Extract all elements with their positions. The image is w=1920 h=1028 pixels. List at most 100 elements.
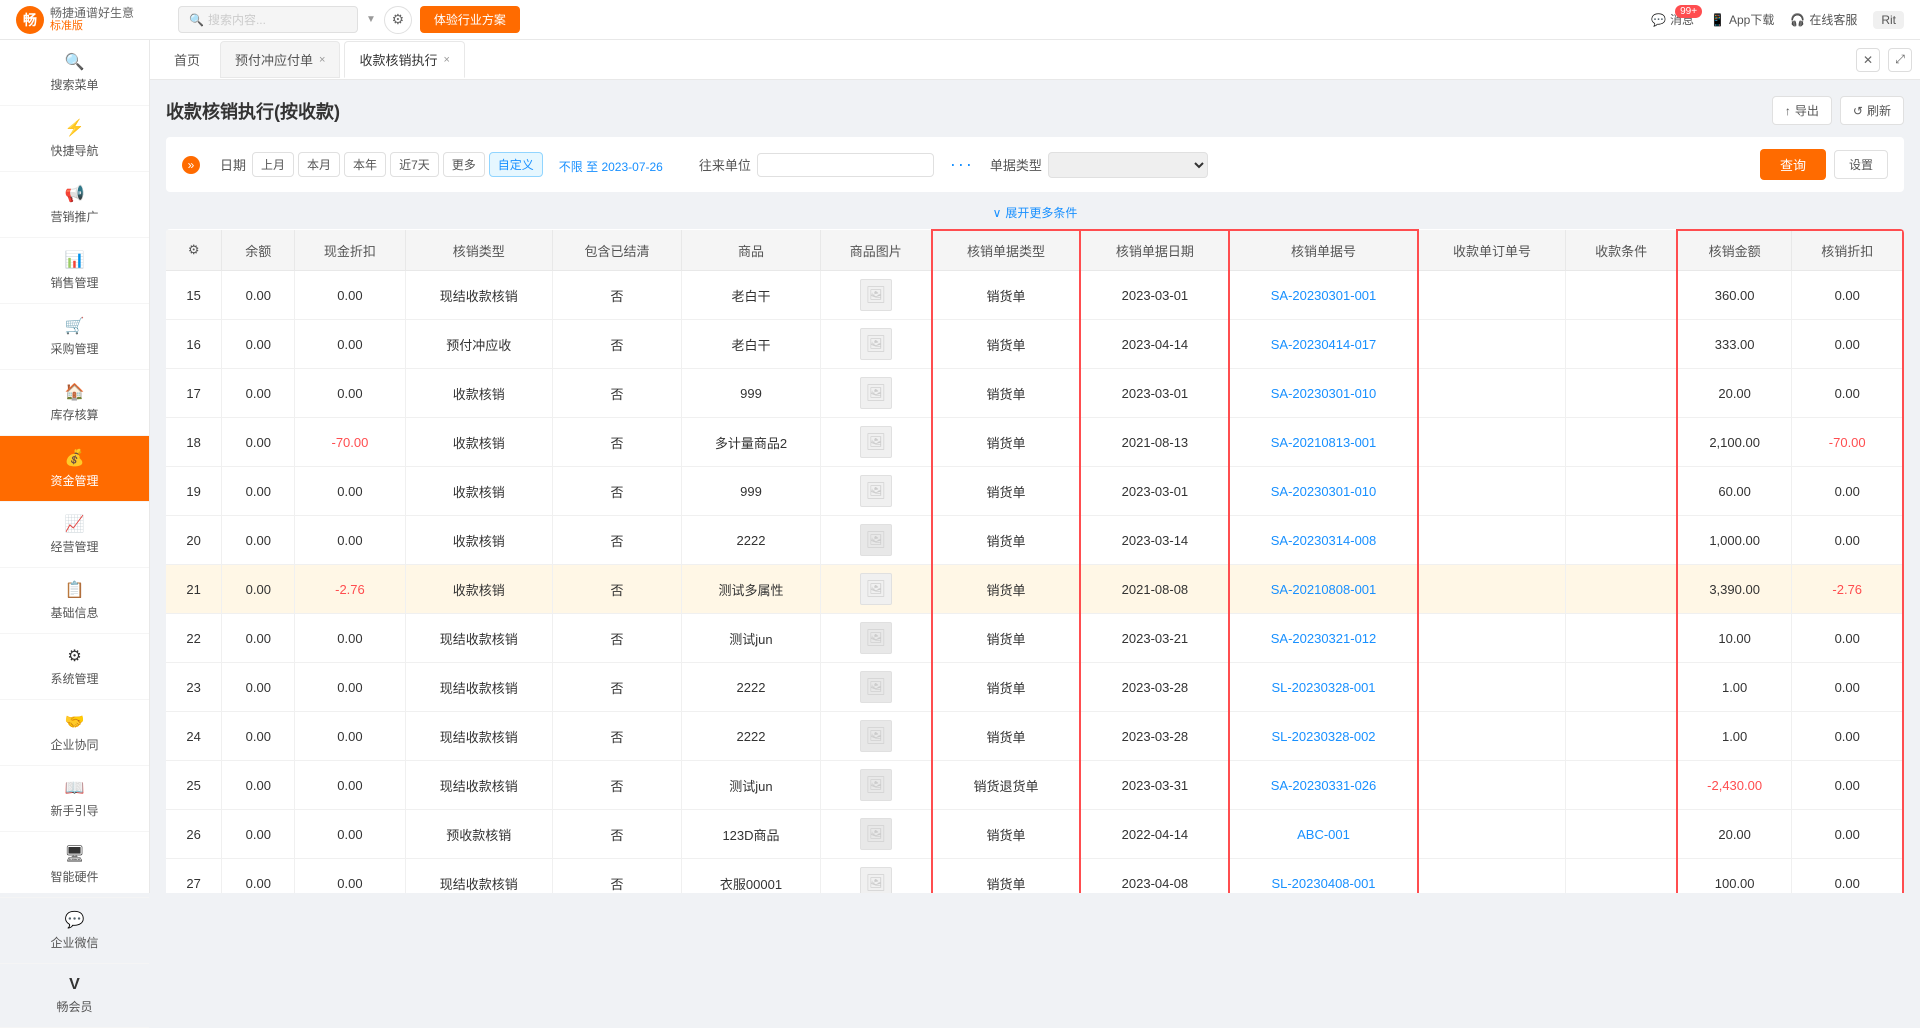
custom-date-btn[interactable]: 自定义	[489, 152, 543, 177]
table-row: 24 0.00 0.00 现结收款核销 否 2222 🖼 销货单 2023-03…	[166, 712, 1903, 761]
search-box[interactable]: 🔍 搜索内容...	[178, 6, 358, 33]
online-service-button[interactable]: 🎧 在线客服	[1790, 11, 1857, 28]
tab-prepay-close[interactable]: ×	[319, 54, 325, 66]
cell-doc-no[interactable]: SL-20230408-001	[1229, 859, 1417, 894]
cell-product-img[interactable]: 🖼	[821, 663, 932, 712]
sidebar-item-quick-nav[interactable]: ⚡ 快捷导航	[0, 106, 149, 172]
partner-input[interactable]	[757, 153, 934, 177]
cell-included: 否	[553, 810, 682, 859]
cell-doc-no[interactable]: SA-20210808-001	[1229, 565, 1417, 614]
dropdown-arrow[interactable]: ▼	[366, 14, 376, 25]
last-month-btn[interactable]: 上月	[252, 152, 294, 177]
sidebar-item-wechat[interactable]: 💬 企业微信	[0, 898, 149, 964]
cell-doc-type: 销货单	[932, 516, 1081, 565]
cell-product-img[interactable]: 🖼	[821, 418, 932, 467]
doc-no-link[interactable]: SL-20230328-001	[1271, 680, 1375, 695]
last-7-days-btn[interactable]: 近7天	[390, 152, 439, 177]
sidebar-item-inventory[interactable]: 🏠 库存核算	[0, 370, 149, 436]
query-button[interactable]: 查询	[1760, 149, 1826, 180]
cell-product-img[interactable]: 🖼	[821, 320, 932, 369]
tab-home[interactable]: 首页	[158, 42, 216, 77]
sidebar-item-enterprise[interactable]: 🤝 企业协同	[0, 700, 149, 766]
cell-doc-date: 2023-03-01	[1080, 271, 1229, 320]
sidebar-item-operations[interactable]: 📈 经营管理	[0, 502, 149, 568]
export-button[interactable]: ↑ 导出	[1772, 96, 1832, 125]
doc-no-link[interactable]: SA-20230301-001	[1271, 288, 1377, 303]
doc-no-link[interactable]: SA-20230314-008	[1271, 533, 1377, 548]
cell-discount: 0.00	[1792, 320, 1903, 369]
sidebar-item-sales[interactable]: 📊 销售管理	[0, 238, 149, 304]
cell-pay-terms	[1566, 614, 1677, 663]
cell-included: 否	[553, 418, 682, 467]
cell-doc-no[interactable]: SA-20230301-010	[1229, 467, 1417, 516]
sidebar-item-member[interactable]: V 畅会员	[0, 964, 149, 1028]
cell-discount: 0.00	[1792, 761, 1903, 810]
this-year-btn[interactable]: 本年	[344, 152, 386, 177]
refresh-button[interactable]: ↺ 刷新	[1840, 96, 1904, 125]
user-avatar[interactable]: Rit	[1873, 11, 1904, 29]
cell-product-img[interactable]: 🖼	[821, 369, 932, 418]
doc-no-link[interactable]: SA-20230301-010	[1271, 386, 1377, 401]
app-download-button[interactable]: 📱 App下载	[1710, 11, 1774, 28]
doc-no-link[interactable]: SA-20230301-010	[1271, 484, 1377, 499]
voucher-type-select[interactable]	[1048, 152, 1208, 178]
settings-button[interactable]: ⚙	[384, 6, 412, 34]
top-right-actions: 💬 消息 99+ 📱 App下载 🎧 在线客服 Rit	[1651, 11, 1904, 29]
sidebar-item-finance[interactable]: 💰 资金管理	[0, 436, 149, 502]
cell-product-img[interactable]: 🖼	[821, 516, 932, 565]
cell-doc-no[interactable]: SA-20230301-001	[1229, 271, 1417, 320]
setting-button[interactable]: 设置	[1834, 150, 1888, 179]
cell-doc-no[interactable]: SA-20230301-010	[1229, 369, 1417, 418]
doc-no-link[interactable]: SL-20230408-001	[1271, 876, 1375, 891]
cell-doc-date: 2023-03-28	[1080, 712, 1229, 761]
expand-more-btn[interactable]: ∨ 展开更多条件	[993, 204, 1078, 221]
tab-verify-close[interactable]: ×	[443, 54, 449, 66]
cell-doc-no[interactable]: SA-20230321-012	[1229, 614, 1417, 663]
cell-product-img[interactable]: 🖼	[821, 712, 932, 761]
th-settings[interactable]: ⚙	[166, 230, 222, 271]
cell-doc-no[interactable]: SA-20230414-017	[1229, 320, 1417, 369]
cell-doc-no[interactable]: SL-20230328-002	[1229, 712, 1417, 761]
cell-doc-no[interactable]: SL-20230328-001	[1229, 663, 1417, 712]
cell-verify-type: 收款核销	[405, 467, 552, 516]
sidebar-item-purchase[interactable]: 🛒 采购管理	[0, 304, 149, 370]
doc-no-link[interactable]: SA-20210808-001	[1271, 582, 1377, 597]
cell-doc-no[interactable]: SA-20230314-008	[1229, 516, 1417, 565]
sidebar-item-guide[interactable]: 📖 新手引导	[0, 766, 149, 832]
cell-product-img[interactable]: 🖼	[821, 467, 932, 516]
cell-product-img[interactable]: 🖼	[821, 810, 932, 859]
table-row: 27 0.00 0.00 现结收款核销 否 衣服00001 🖼 销货单 2023…	[166, 859, 1903, 894]
expand-toggle[interactable]: »	[182, 156, 200, 174]
cell-doc-no[interactable]: SA-20230331-026	[1229, 761, 1417, 810]
doc-no-link[interactable]: SL-20230328-002	[1271, 729, 1375, 744]
sidebar-item-basic-info[interactable]: 📋 基础信息	[0, 568, 149, 634]
message-button[interactable]: 💬 消息 99+	[1651, 11, 1694, 28]
trial-button[interactable]: 体验行业方案	[420, 6, 520, 33]
doc-no-link[interactable]: SA-20230321-012	[1271, 631, 1377, 646]
doc-no-link[interactable]: ABC-001	[1297, 827, 1350, 842]
sidebar-item-hardware[interactable]: 🖥 智能硬件	[0, 832, 149, 898]
cell-product-img[interactable]: 🖼	[821, 565, 932, 614]
doc-no-link[interactable]: SA-20210813-001	[1271, 435, 1377, 450]
sidebar-item-marketing[interactable]: 📢 营销推广	[0, 172, 149, 238]
doc-no-link[interactable]: SA-20230331-026	[1271, 778, 1377, 793]
tab-prepay[interactable]: 预付冲应付单 ×	[220, 41, 340, 78]
cell-product-img[interactable]: 🖼	[821, 859, 932, 894]
close-window-button[interactable]: ✕	[1856, 48, 1880, 72]
tab-verify[interactable]: 收款核销执行 ×	[344, 41, 464, 78]
cell-product-img[interactable]: 🖼	[821, 614, 932, 663]
table-row: 19 0.00 0.00 收款核销 否 999 🖼 销货单 2023-03-01…	[166, 467, 1903, 516]
more-filter-button[interactable]: ···	[950, 154, 974, 175]
maximize-window-button[interactable]: ⤢	[1888, 48, 1912, 72]
this-month-btn[interactable]: 本月	[298, 152, 340, 177]
sidebar-item-search[interactable]: 🔍 搜索菜单	[0, 40, 149, 106]
more-dates-btn[interactable]: 更多	[443, 152, 485, 177]
doc-no-link[interactable]: SA-20230414-017	[1271, 337, 1377, 352]
table-row: 26 0.00 0.00 预收款核销 否 123D商品 🖼 销货单 2022-0…	[166, 810, 1903, 859]
cell-product-img[interactable]: 🖼	[821, 271, 932, 320]
cell-doc-no[interactable]: SA-20210813-001	[1229, 418, 1417, 467]
sidebar-item-system[interactable]: ⚙ 系统管理	[0, 634, 149, 700]
cell-doc-no[interactable]: ABC-001	[1229, 810, 1417, 859]
cell-product-img[interactable]: 🖼	[821, 761, 932, 810]
cell-doc-type: 销货单	[932, 369, 1081, 418]
